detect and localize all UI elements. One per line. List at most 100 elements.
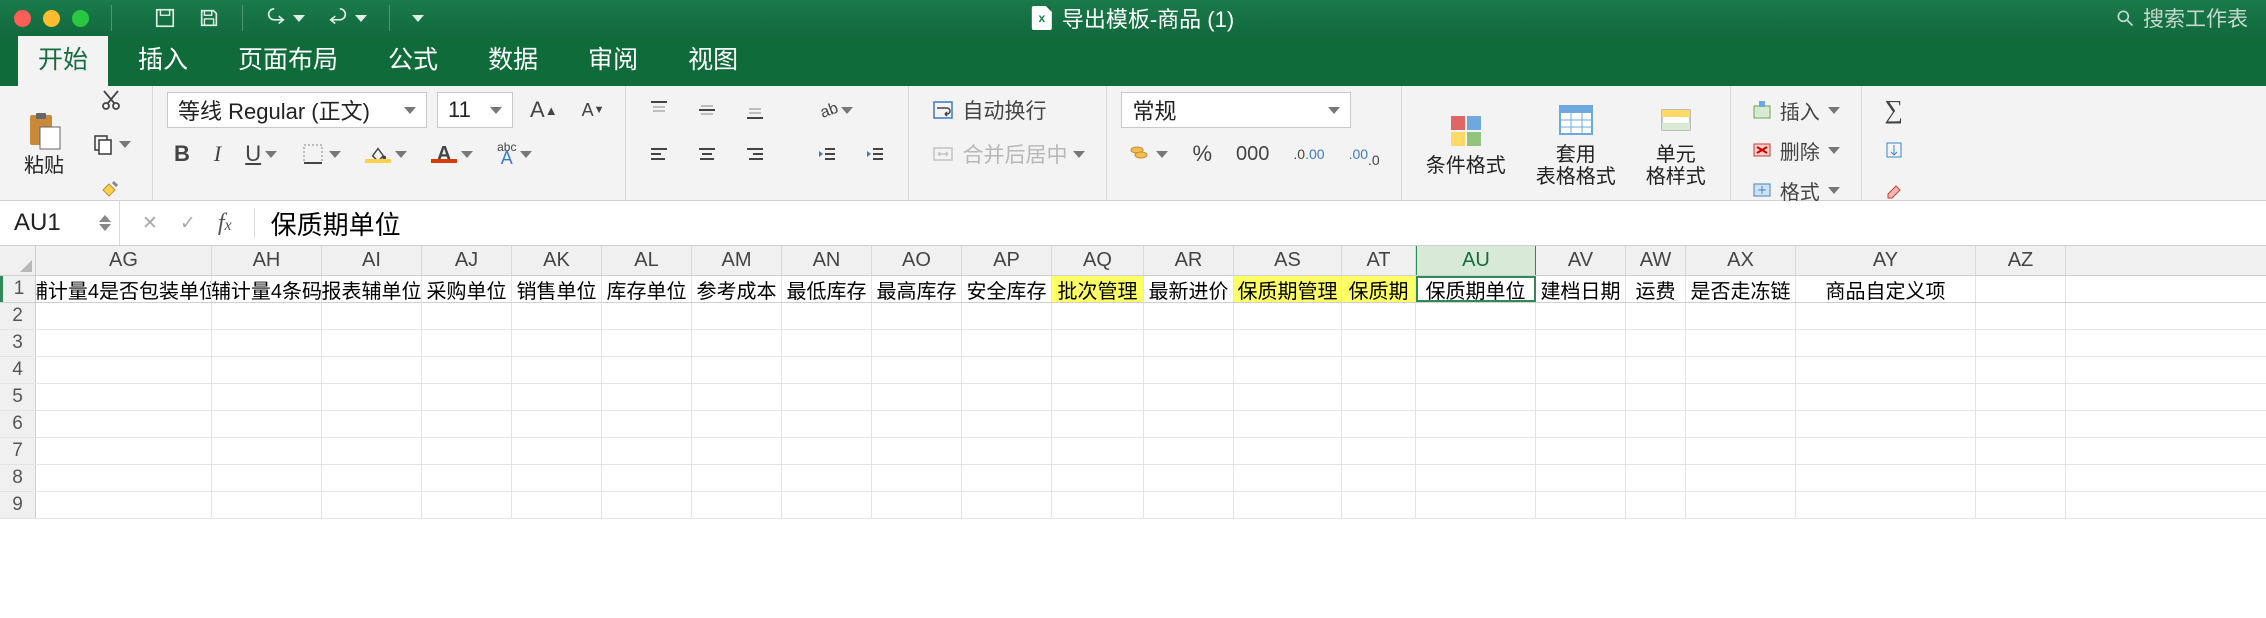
column-header[interactable]: AZ <box>1976 246 2066 275</box>
cell[interactable] <box>212 438 322 464</box>
cell[interactable]: 参考成本 <box>692 276 782 302</box>
cell[interactable] <box>962 357 1052 383</box>
cell[interactable]: 报表辅单位 <box>322 276 422 302</box>
cell[interactable] <box>872 492 962 518</box>
cell[interactable] <box>322 492 422 518</box>
cell[interactable] <box>1052 357 1144 383</box>
decrease-font-button[interactable]: A▼ <box>575 92 612 128</box>
cell[interactable] <box>1342 330 1416 356</box>
row-header[interactable]: 3 <box>0 330 36 356</box>
cell[interactable] <box>512 465 602 491</box>
cell[interactable] <box>1686 411 1796 437</box>
enter-formula-button[interactable]: ✓ <box>180 212 196 235</box>
cell[interactable] <box>1626 330 1686 356</box>
autosum-button[interactable]: ∑ <box>1876 92 1912 128</box>
cell[interactable] <box>872 384 962 410</box>
cell[interactable] <box>1686 465 1796 491</box>
cell[interactable] <box>1342 384 1416 410</box>
cell[interactable] <box>1144 357 1234 383</box>
font-name-combo[interactable]: 等线 Regular (正文) <box>167 92 427 128</box>
cell[interactable] <box>1976 303 2066 329</box>
cell[interactable] <box>36 330 212 356</box>
cell[interactable] <box>1976 384 2066 410</box>
cell[interactable] <box>1144 303 1234 329</box>
cell[interactable] <box>1416 438 1536 464</box>
cell[interactable] <box>1796 411 1976 437</box>
row-header[interactable]: 7 <box>0 438 36 464</box>
align-center-button[interactable] <box>688 136 726 172</box>
cell[interactable]: 最新进价 <box>1144 276 1234 302</box>
cell[interactable]: 批次管理 <box>1052 276 1144 302</box>
cell[interactable]: 采购单位 <box>422 276 512 302</box>
cell[interactable] <box>422 465 512 491</box>
accounting-format-button[interactable] <box>1121 136 1175 172</box>
cell[interactable] <box>1796 357 1976 383</box>
cell[interactable]: 保质期 <box>1342 276 1416 302</box>
column-header[interactable]: AP <box>962 246 1052 275</box>
cell[interactable] <box>1626 357 1686 383</box>
cell[interactable] <box>1052 438 1144 464</box>
fill-color-button[interactable] <box>358 136 414 172</box>
cell[interactable] <box>212 303 322 329</box>
cell[interactable] <box>1796 303 1976 329</box>
cell[interactable] <box>322 384 422 410</box>
cell[interactable] <box>1234 330 1342 356</box>
tab-insert[interactable]: 插入 <box>118 32 208 86</box>
cell[interactable] <box>422 492 512 518</box>
cell[interactable] <box>962 384 1052 410</box>
cell[interactable] <box>1976 411 2066 437</box>
cell[interactable] <box>212 357 322 383</box>
tab-review[interactable]: 审阅 <box>568 32 658 86</box>
cell[interactable] <box>1416 330 1536 356</box>
cell[interactable] <box>36 465 212 491</box>
close-window-button[interactable] <box>14 10 31 27</box>
cell[interactable] <box>692 411 782 437</box>
cell[interactable] <box>1144 465 1234 491</box>
cell[interactable] <box>1976 492 2066 518</box>
cell[interactable] <box>1796 465 1976 491</box>
tab-view[interactable]: 视图 <box>668 32 758 86</box>
minimize-window-button[interactable] <box>43 10 60 27</box>
align-middle-button[interactable] <box>688 92 726 128</box>
cell[interactable] <box>1686 330 1796 356</box>
column-header[interactable]: AW <box>1626 246 1686 275</box>
cell[interactable] <box>1144 492 1234 518</box>
cell[interactable] <box>422 357 512 383</box>
cell[interactable] <box>1416 492 1536 518</box>
cell[interactable] <box>962 465 1052 491</box>
cell[interactable] <box>1536 303 1626 329</box>
paste-button[interactable]: 粘贴 <box>14 109 74 179</box>
cell[interactable]: 库存单位 <box>602 276 692 302</box>
cell[interactable]: 建档日期 <box>1536 276 1626 302</box>
cell[interactable]: 安全库存 <box>962 276 1052 302</box>
name-box[interactable]: AU1 <box>0 201 120 245</box>
name-box-stepper[interactable] <box>99 215 111 231</box>
column-header[interactable]: AI <box>322 246 422 275</box>
cell[interactable] <box>1342 465 1416 491</box>
column-header[interactable]: AJ <box>422 246 512 275</box>
column-header[interactable]: AS <box>1234 246 1342 275</box>
cell[interactable] <box>322 438 422 464</box>
row-header[interactable]: 8 <box>0 465 36 491</box>
cell[interactable] <box>212 384 322 410</box>
cell[interactable] <box>1626 303 1686 329</box>
cell[interactable] <box>1686 384 1796 410</box>
cell[interactable] <box>602 357 692 383</box>
cell[interactable] <box>1686 492 1796 518</box>
cell[interactable] <box>1796 438 1976 464</box>
cell[interactable] <box>1052 384 1144 410</box>
cut-button[interactable] <box>84 82 138 118</box>
align-left-button[interactable] <box>640 136 678 172</box>
increase-indent-button[interactable] <box>856 136 894 172</box>
tab-home[interactable]: 开始 <box>18 32 108 86</box>
bold-button[interactable]: B <box>167 136 197 172</box>
cell[interactable] <box>1536 438 1626 464</box>
cell[interactable] <box>422 303 512 329</box>
cell[interactable] <box>1536 411 1626 437</box>
cell[interactable] <box>512 492 602 518</box>
cell[interactable] <box>1626 411 1686 437</box>
row-header[interactable]: 2 <box>0 303 36 329</box>
cell[interactable] <box>1536 330 1626 356</box>
cell[interactable] <box>212 411 322 437</box>
percent-format-button[interactable]: % <box>1185 136 1219 172</box>
